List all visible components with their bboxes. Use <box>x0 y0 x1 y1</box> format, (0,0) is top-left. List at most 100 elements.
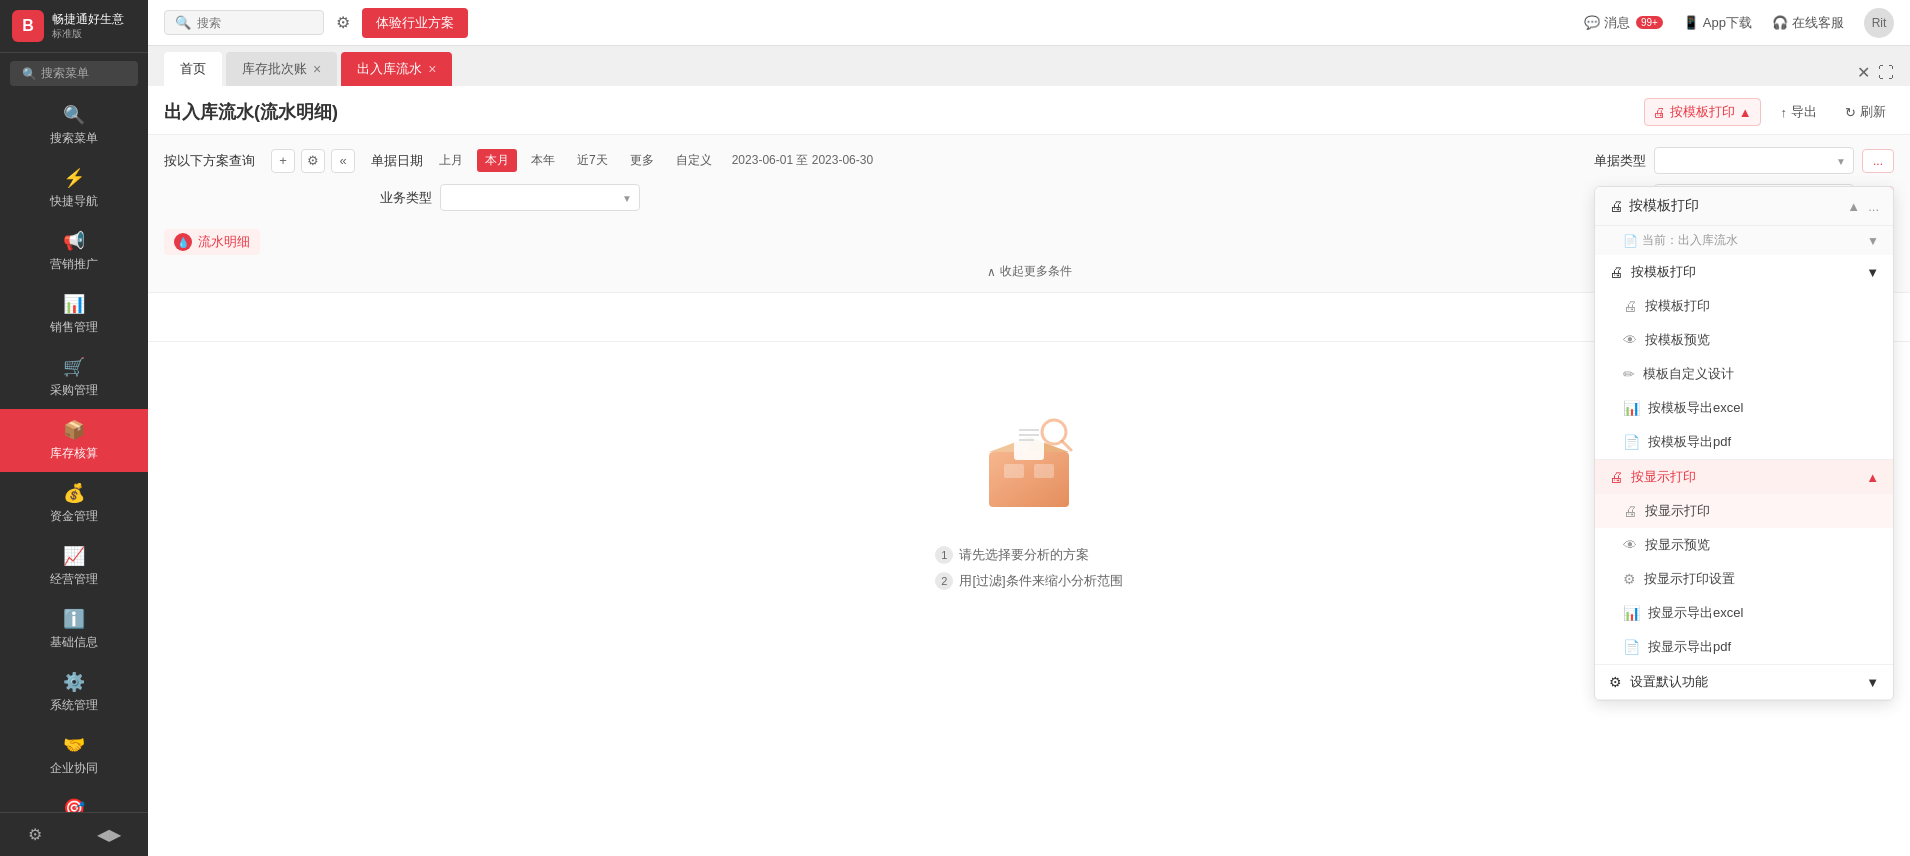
sidebar-search-label: 搜索菜单 <box>41 65 89 82</box>
refresh-btn[interactable]: ↻ 刷新 <box>1837 99 1894 125</box>
empty-tips: 1 请先选择要分析的方案 2 用[过滤]条件来缩小分析范围 <box>935 542 1122 594</box>
date-filter-group: 单据日期 上月 本月 本年 近7天 更多 自定义 2023-06-01 至 20… <box>371 149 873 172</box>
message-badge: 99+ <box>1636 16 1663 29</box>
message-btn[interactable]: 💬 消息 99+ <box>1584 14 1663 32</box>
sidebar-item-purchase[interactable]: 🛒 采购管理 <box>0 346 148 409</box>
message-icon: 💬 <box>1584 15 1600 30</box>
default-section-arrow: ▼ <box>1866 675 1879 690</box>
date-tab-more[interactable]: 更多 <box>622 149 662 172</box>
topbar-search-box[interactable]: 🔍 <box>164 10 324 35</box>
dropdown-item-display-print[interactable]: 🖨 按显示打印 <box>1595 494 1893 528</box>
tab-batch-account-close[interactable]: × <box>313 62 321 76</box>
default-section-header[interactable]: ⚙ 设置默认功能 ▼ <box>1595 665 1893 699</box>
display-preview-icon: 👁 <box>1623 537 1637 553</box>
user-avatar-btn[interactable]: Rit <box>1864 8 1894 38</box>
current-label-group: 📄 当前：出入库流水 <box>1623 232 1738 249</box>
sidebar-item-label: 销售管理 <box>50 319 98 336</box>
dropdown-item-template-preview[interactable]: 👁 按模板预览 <box>1595 323 1893 357</box>
topbar-search-input[interactable] <box>197 16 297 30</box>
guide-icon: 🎯 <box>63 797 85 812</box>
filter-add-btns: + ⚙ « <box>271 149 355 173</box>
dropdown-item-display-excel[interactable]: 📊 按显示导出excel <box>1595 596 1893 630</box>
tab-batch-account[interactable]: 库存批次账 × <box>226 52 337 86</box>
sidebar-item-basic[interactable]: ℹ️ 基础信息 <box>0 598 148 661</box>
export-btn[interactable]: ↑ 导出 <box>1773 99 1826 125</box>
dropdown-toggle-btn[interactable]: ▲ <box>1847 199 1860 214</box>
dropdown-current-label: 📄 当前：出入库流水 ▼ <box>1595 226 1893 255</box>
tab-home[interactable]: 首页 <box>164 52 222 86</box>
sidebar-item-search[interactable]: 🔍 搜索菜单 <box>0 94 148 157</box>
customer-service-btn[interactable]: 🎧 在线客服 <box>1772 14 1844 32</box>
dropdown-item-template-print[interactable]: 🖨 按模板打印 <box>1595 289 1893 323</box>
date-tab-7days[interactable]: 近7天 <box>569 149 616 172</box>
filter-add-btn[interactable]: + <box>271 149 295 173</box>
topbar-gear-icon[interactable]: ⚙ <box>336 13 350 32</box>
sidebar-toggle-btn[interactable]: ◀▶ <box>97 825 121 844</box>
dropdown-item-template-design[interactable]: ✏ 模板自定义设计 <box>1595 357 1893 391</box>
default-section-icon: ⚙ <box>1609 674 1622 690</box>
biz-type-select-wrap: ▼ <box>440 184 640 211</box>
sidebar-search-btn[interactable]: 🔍 搜索菜单 <box>10 61 138 86</box>
filter-section-title: 按以下方案查询 <box>164 152 255 170</box>
dropdown-more-btn[interactable]: ... <box>1868 199 1879 214</box>
display-section-header[interactable]: 🖨 按显示打印 ▲ <box>1595 460 1893 494</box>
sidebar-settings-btn[interactable]: ⚙ <box>28 825 42 844</box>
sidebar-item-cooperation[interactable]: 🤝 企业协同 <box>0 724 148 787</box>
biz-type-select[interactable] <box>440 184 640 211</box>
page-header: 出入库流水(流水明细) 🖨 按模板打印 ▲ ↑ 导出 ↻ 刷新 <box>148 86 1910 135</box>
svg-rect-0 <box>989 452 1069 507</box>
tab-close-all-btn[interactable]: ✕ <box>1857 63 1870 82</box>
marketing-icon: 📢 <box>63 230 85 252</box>
page-title: 出入库流水(流水明细) <box>164 100 338 124</box>
date-tab-this-year[interactable]: 本年 <box>523 149 563 172</box>
main-area: 🔍 ⚙ 体验行业方案 💬 消息 99+ 📱 App下载 🎧 在线客服 Rit <box>148 0 1910 856</box>
basic-icon: ℹ️ <box>63 608 85 630</box>
date-tab-custom[interactable]: 自定义 <box>668 149 720 172</box>
app-download-btn[interactable]: 📱 App下载 <box>1683 14 1752 32</box>
current-label-arrow[interactable]: ▼ <box>1867 234 1879 248</box>
dropdown-item-display-preview[interactable]: 👁 按显示预览 <box>1595 528 1893 562</box>
bill-type-select-wrap: ▼ <box>1654 147 1854 174</box>
sidebar-item-system[interactable]: ⚙️ 系统管理 <box>0 661 148 724</box>
date-tab-this-month[interactable]: 本月 <box>477 149 517 172</box>
dropdown-item-display-settings[interactable]: ⚙ 按显示打印设置 <box>1595 562 1893 596</box>
bill-type-select[interactable] <box>1654 147 1854 174</box>
print-template-btn[interactable]: 🖨 按模板打印 ▲ <box>1644 98 1761 126</box>
sidebar-item-sales[interactable]: 📊 销售管理 <box>0 283 148 346</box>
tabbar-right: ✕ ⛶ <box>1857 63 1894 86</box>
sidebar-item-quick-nav[interactable]: ⚡ 快捷导航 <box>0 157 148 220</box>
display-settings-icon: ⚙ <box>1623 571 1636 587</box>
template-section-icon: 🖨 <box>1609 264 1623 280</box>
tabbar: 首页 库存批次账 × 出入库流水 × ✕ ⛶ <box>148 46 1910 86</box>
flow-filter-label: 流水明细 <box>198 233 250 251</box>
sidebar-item-operations[interactable]: 📈 经营管理 <box>0 535 148 598</box>
filter-collapse-btn[interactable]: « <box>331 149 355 173</box>
purchase-icon: 🛒 <box>63 356 85 378</box>
tab-expand-btn[interactable]: ⛶ <box>1878 64 1894 82</box>
sidebar-item-inventory[interactable]: 📦 库存核算 <box>0 409 148 472</box>
print-icon: 🖨 <box>1653 105 1666 120</box>
tab-inout-flow-close[interactable]: × <box>428 62 436 76</box>
filter-settings-btn[interactable]: ⚙ <box>301 149 325 173</box>
tab-inout-flow[interactable]: 出入库流水 × <box>341 52 452 86</box>
sidebar-item-funds[interactable]: 💰 资金管理 <box>0 472 148 535</box>
date-range-value: 2023-06-01 至 2023-06-30 <box>732 152 873 169</box>
dropdown-item-template-pdf[interactable]: 📄 按模板导出pdf <box>1595 425 1893 459</box>
app-name: 畅捷通好生意 标准版 <box>52 12 124 41</box>
operations-icon: 📈 <box>63 545 85 567</box>
dropdown-item-display-pdf[interactable]: 📄 按显示导出pdf <box>1595 630 1893 664</box>
dropdown-print-icon: 🖨 <box>1609 198 1623 214</box>
dropdown-item-template-excel[interactable]: 📊 按模板导出excel <box>1595 391 1893 425</box>
sidebar-item-guide[interactable]: 🎯 新手引导 <box>0 787 148 812</box>
trial-solution-button[interactable]: 体验行业方案 <box>362 8 468 38</box>
app-logo-icon: B <box>12 10 44 42</box>
bill-type-more-btn[interactable]: ... <box>1862 149 1894 173</box>
print-dropdown-arrow[interactable]: ▲ <box>1739 105 1752 120</box>
sidebar-item-marketing[interactable]: 📢 营销推广 <box>0 220 148 283</box>
template-print-section: 🖨 按模板打印 ▼ 🖨 按模板打印 👁 按模板预览 ✏ 模板自定义设计 <box>1595 255 1893 460</box>
dropdown-header-title-group: 🖨 按模板打印 <box>1609 197 1699 215</box>
display-section-icon: 🖨 <box>1609 469 1623 485</box>
date-tab-last-month[interactable]: 上月 <box>431 149 471 172</box>
template-section-header[interactable]: 🖨 按模板打印 ▼ <box>1595 255 1893 289</box>
page-actions-right: 🖨 按模板打印 ▲ ↑ 导出 ↻ 刷新 <box>1644 98 1894 126</box>
